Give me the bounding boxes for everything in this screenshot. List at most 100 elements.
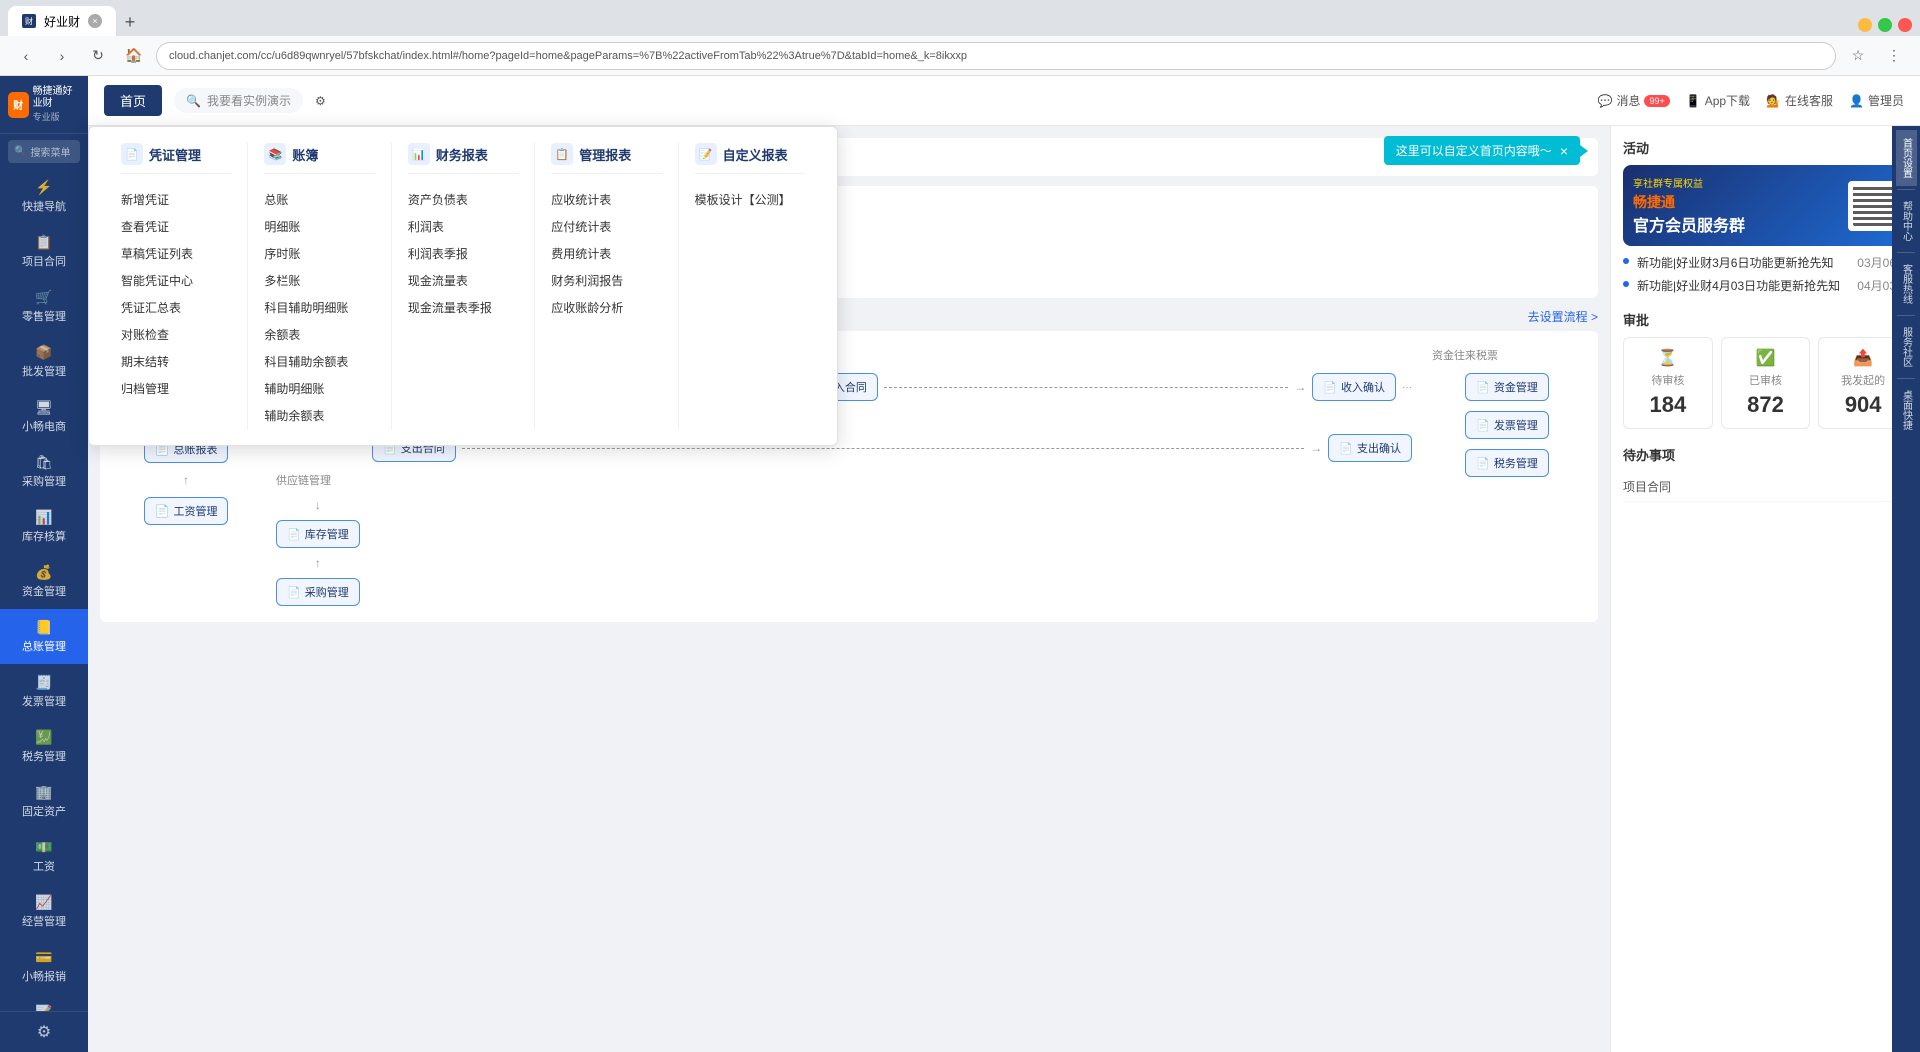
news-item-1[interactable]: 新功能|好业财3月6日功能更新抢先知 03月06日 — [1623, 254, 1908, 271]
flow-box-purchase[interactable]: 📄 采购管理 — [276, 578, 360, 606]
sidebar-item-purchase[interactable]: 🛍 采购管理 — [0, 444, 88, 499]
sidebar-item-tax[interactable]: 💹 税务管理 — [0, 719, 88, 774]
activity-banner[interactable]: 享社群专属权益 畅捷通 官方会员服务群 — [1623, 165, 1908, 246]
mgmt-report-item-5[interactable]: 应收账龄分析 — [551, 294, 661, 321]
reload-button[interactable]: ↻ — [84, 42, 112, 70]
flow-box-income-confirm[interactable]: 📄 收入确认 — [1312, 373, 1396, 401]
ledger-item-3[interactable]: 序时账 — [264, 240, 374, 267]
user-profile[interactable]: 👤 管理员 — [1849, 92, 1904, 109]
sidebar-item-basic-info[interactable]: 📝 基础信息 — [0, 994, 88, 1011]
bookmark-icon[interactable]: ☆ — [1844, 42, 1872, 70]
finance-report-item-5[interactable]: 现金流量表季报 — [408, 294, 518, 321]
new-tab-button[interactable]: + — [116, 8, 144, 36]
mgmt-report-item-1[interactable]: 应收统计表 — [551, 186, 661, 213]
initiated-label: 我发起的 — [1829, 372, 1897, 388]
finance-report-item-4[interactable]: 现金流量表 — [408, 267, 518, 294]
voucher-item-3[interactable]: 草稿凭证列表 — [121, 240, 231, 267]
ledger-item-8[interactable]: 辅助明细账 — [264, 375, 374, 402]
news-item-2[interactable]: 新功能|好业财4月03日功能更新抢先知 04月03日 — [1623, 277, 1908, 294]
approval-section: 审批 ⏳ 待审核 184 ✅ 已审核 872 📤 — [1623, 310, 1908, 429]
right-nav-service[interactable]: 客服热线 — [1896, 256, 1917, 312]
settings-btn[interactable]: ⚙ — [315, 94, 326, 108]
customize-tip-close[interactable]: × — [1560, 143, 1568, 159]
tab-close-icon[interactable]: × — [88, 14, 102, 28]
sidebar-item-invoice[interactable]: 🧾 发票管理 — [0, 664, 88, 719]
sidebar-search-label: 搜索菜单 — [30, 144, 70, 159]
ledger-item-4[interactable]: 多栏账 — [264, 267, 374, 294]
sidebar-item-expense[interactable]: 💳 小畅报销 — [0, 939, 88, 994]
app-download-btn[interactable]: 📱 App下载 — [1686, 92, 1750, 109]
sidebar-logo: 财 畅捷通好业财 专业版 — [0, 76, 88, 134]
sidebar-settings[interactable]: ⚙ — [0, 1011, 88, 1052]
close-button[interactable] — [1898, 18, 1912, 32]
home-button[interactable]: 🏠 — [120, 42, 148, 70]
todo-item-project[interactable]: 项目合同 — [1623, 472, 1908, 502]
basic-info-icon: 📝 — [4, 1004, 84, 1011]
flow-box-tax-mgmt[interactable]: 📄 税务管理 — [1465, 449, 1549, 477]
flow-box-expense-confirm[interactable]: 📄 支出确认 — [1328, 434, 1412, 462]
sidebar-item-inventory[interactable]: 📊 库存核算 — [0, 499, 88, 554]
demo-search[interactable]: 🔍 我要看实例演示 — [174, 88, 303, 113]
mgmt-report-item-4[interactable]: 财务利润报告 — [551, 267, 661, 294]
flow-box-payroll[interactable]: 📄 工资管理 — [144, 497, 229, 525]
right-nav-shortcut[interactable]: 桌面快捷 — [1896, 382, 1917, 438]
messages-btn[interactable]: 💬 消息 99+ — [1598, 92, 1670, 109]
right-nav-divider-3 — [1897, 315, 1915, 316]
flow-box-inventory[interactable]: 📄 库存管理 — [276, 520, 360, 548]
flow-box-fund-mgmt[interactable]: 📄 资金管理 — [1465, 373, 1549, 401]
voucher-item-5[interactable]: 凭证汇总表 — [121, 294, 231, 321]
setup-flow-link[interactable]: 去设置流程 > — [1528, 310, 1598, 324]
ledger-item-6[interactable]: 余额表 — [264, 321, 374, 348]
ledger-item-1[interactable]: 总账 — [264, 186, 374, 213]
sidebar-item-wholesale[interactable]: 📦 批发管理 — [0, 334, 88, 389]
flow-box-invoice-mgmt[interactable]: 📄 发票管理 — [1465, 411, 1549, 439]
demo-search-icon: 🔍 — [186, 94, 201, 108]
sidebar-item-finance[interactable]: 💰 资金管理 — [0, 554, 88, 609]
ledger-item-2[interactable]: 明细账 — [264, 213, 374, 240]
voucher-item-8[interactable]: 归档管理 — [121, 375, 231, 402]
voucher-item-1[interactable]: 新增凭证 — [121, 186, 231, 213]
menu-icon[interactable]: ⋮ — [1880, 42, 1908, 70]
ledger-item-7[interactable]: 科目辅助余额表 — [264, 348, 374, 375]
finance-report-item-1[interactable]: 资产负债表 — [408, 186, 518, 213]
purchase-icon: 🛍 — [4, 454, 84, 471]
address-bar[interactable]: cloud.chanjet.com/cc/u6d89qwnryel/57bfsk… — [156, 42, 1836, 70]
ledger-item-9[interactable]: 辅助余额表 — [264, 402, 374, 429]
back-button[interactable]: ‹ — [12, 42, 40, 70]
finance-report-item-2[interactable]: 利润表 — [408, 213, 518, 240]
online-service-btn[interactable]: 💁 在线客服 — [1766, 92, 1833, 109]
forward-button[interactable]: › — [48, 42, 76, 70]
sidebar-item-project[interactable]: 📋 项目合同 — [0, 224, 88, 279]
minimize-button[interactable] — [1858, 18, 1872, 32]
sidebar-item-retail[interactable]: 🛒 零售管理 — [0, 279, 88, 334]
dropdown-overlay[interactable]: 📄 凭证管理 新增凭证 查看凭证 草稿凭证列表 智能凭证中心 凭证汇总表 对账检… — [88, 126, 838, 446]
banner-tag: 享社群专属权益 — [1633, 175, 1840, 190]
sidebar-item-quick-nav[interactable]: ⚡ 快捷导航 — [0, 169, 88, 224]
active-tab[interactable]: 财 好业财 × — [8, 6, 116, 36]
col-ledger-header: 📚 账簿 — [264, 143, 374, 174]
ledger-item-5[interactable]: 科目辅助明细账 — [264, 294, 374, 321]
right-nav-home-settings[interactable]: 首页设置 — [1896, 130, 1917, 186]
sidebar-item-ecommerce[interactable]: 🖥 小畅电商 — [0, 389, 88, 444]
right-nav-community[interactable]: 服务社区 — [1896, 319, 1917, 375]
maximize-button[interactable] — [1878, 18, 1892, 32]
voucher-item-6[interactable]: 对账检查 — [121, 321, 231, 348]
sidebar-item-general-ledger[interactable]: 📒 总账管理 — [0, 609, 88, 664]
mgmt-report-item-2[interactable]: 应付统计表 — [551, 213, 661, 240]
sidebar-search[interactable]: 🔍 搜索菜单 — [0, 134, 88, 169]
voucher-item-7[interactable]: 期末结转 — [121, 348, 231, 375]
finance-report-item-3[interactable]: 利润表季报 — [408, 240, 518, 267]
approval-card-pending[interactable]: ⏳ 待审核 184 — [1623, 337, 1713, 429]
voucher-item-2[interactable]: 查看凭证 — [121, 213, 231, 240]
mgmt-report-item-3[interactable]: 费用统计表 — [551, 240, 661, 267]
custom-report-item-1[interactable]: 模板设计【公测】 — [695, 186, 805, 213]
right-nav-help[interactable]: 帮助中心 — [1896, 193, 1917, 249]
sidebar-item-payroll[interactable]: 💵 工资 — [0, 829, 88, 884]
col-custom-report-header: 📝 自定义报表 — [695, 143, 805, 174]
sidebar-item-operations[interactable]: 📈 经营管理 — [0, 884, 88, 939]
voucher-item-4[interactable]: 智能凭证中心 — [121, 267, 231, 294]
home-tab[interactable]: 首页 — [104, 85, 162, 116]
approval-card-approved[interactable]: ✅ 已审核 872 — [1721, 337, 1811, 429]
quick-nav-icon: ⚡ — [4, 179, 84, 196]
sidebar-item-assets[interactable]: 🏢 固定资产 — [0, 774, 88, 829]
